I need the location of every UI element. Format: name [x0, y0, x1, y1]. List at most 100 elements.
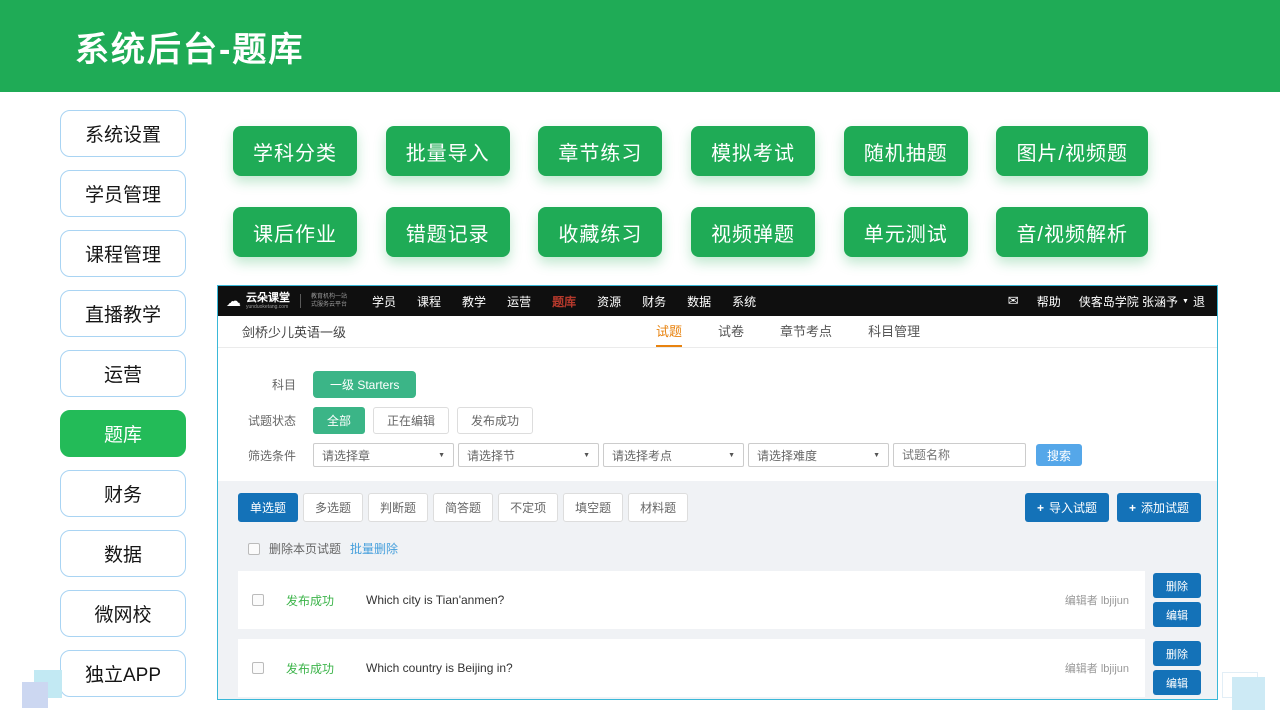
editor-label: 编辑者 lbjijun	[1065, 660, 1129, 676]
chevron-down-icon: ▼	[583, 452, 590, 459]
editor-label: 编辑者 lbjijun	[1065, 592, 1129, 608]
feature-wrong-question-record[interactable]: 错题记录	[386, 207, 510, 257]
add-question-label: 添加试题	[1141, 499, 1189, 516]
sidebar-item-operations[interactable]: 运营	[60, 350, 186, 397]
question-text: Which country is Beijing in?	[366, 661, 513, 675]
feature-subject-category[interactable]: 学科分类	[233, 126, 357, 176]
feature-batch-import[interactable]: 批量导入	[386, 126, 510, 176]
tab-questions[interactable]: 试题	[656, 316, 682, 347]
page-header: 系统后台-题库	[0, 0, 1280, 92]
logo-slogan: 教育机构一站 式服务云平台	[311, 293, 347, 310]
question-type-bar: 单选题 多选题 判断题 简答题 不定项 填空题 材料题 + 导入试题 + 添加试…	[238, 493, 1201, 522]
plus-icon: +	[1037, 501, 1044, 515]
nav-finance[interactable]: 财务	[642, 293, 666, 310]
row-checkbox[interactable]	[252, 594, 264, 606]
typebar-actions: + 导入试题 + 添加试题	[1025, 493, 1201, 522]
logo-divider	[300, 294, 301, 308]
feature-favorite-practice[interactable]: 收藏练习	[538, 207, 662, 257]
sidebar-item-course-management[interactable]: 课程管理	[60, 230, 186, 277]
logout-link[interactable]: 退	[1193, 293, 1205, 310]
nav-operations[interactable]: 运营	[507, 293, 531, 310]
question-card: 发布成功 Which city is Tian'anmen? 编辑者 lbjij…	[238, 571, 1145, 629]
feature-random-questions[interactable]: 随机抽题	[844, 126, 968, 176]
chapter-select[interactable]: 请选择章 ▼	[313, 443, 454, 467]
difficulty-select[interactable]: 请选择难度 ▼	[748, 443, 889, 467]
status-editing-button[interactable]: 正在编辑	[373, 407, 449, 434]
status-all-button[interactable]: 全部	[313, 407, 365, 434]
delete-button[interactable]: 删除	[1153, 573, 1201, 598]
nav-resources[interactable]: 资源	[597, 293, 621, 310]
sidebar-item-data[interactable]: 数据	[60, 530, 186, 577]
edit-button[interactable]: 编辑	[1153, 670, 1201, 695]
nav-students[interactable]: 学员	[372, 293, 396, 310]
sidebar-item-standalone-app[interactable]: 独立APP	[60, 650, 186, 697]
row-actions: 删除 编辑	[1153, 639, 1201, 697]
feature-row-2: 课后作业 错题记录 收藏练习 视频弹题 单元测试 音/视频解析	[233, 207, 1148, 257]
logo-slogan-line1: 教育机构一站	[311, 293, 347, 301]
select-all-checkbox[interactable]	[248, 543, 260, 555]
search-button[interactable]: 搜索	[1036, 444, 1082, 466]
batch-delete-link[interactable]: 批量删除	[350, 540, 398, 557]
nav-courses[interactable]: 课程	[417, 293, 441, 310]
exam-point-select[interactable]: 请选择考点 ▼	[603, 443, 744, 467]
sidebar-item-question-bank[interactable]: 题库	[60, 410, 186, 457]
condition-label: 筛选条件	[218, 447, 296, 464]
sidebar-item-live-teaching[interactable]: 直播教学	[60, 290, 186, 337]
feature-image-video-questions[interactable]: 图片/视频题	[996, 126, 1148, 176]
section-select[interactable]: 请选择节 ▼	[458, 443, 599, 467]
chevron-down-icon: ▼	[873, 452, 880, 459]
sidebar-item-finance[interactable]: 财务	[60, 470, 186, 517]
account-menu[interactable]: 侠客岛学院 张涵予 ▼ 退	[1079, 293, 1205, 310]
nav-data[interactable]: 数据	[687, 293, 711, 310]
admin-subnav: 剑桥少儿英语一级 试题 试卷 章节考点 科目管理	[218, 316, 1217, 348]
nav-question-bank[interactable]: 题库	[552, 293, 576, 310]
row-checkbox[interactable]	[252, 662, 264, 674]
nav-teaching[interactable]: 教学	[462, 293, 486, 310]
sidebar-item-system-settings[interactable]: 系统设置	[60, 110, 186, 157]
type-fill-blank[interactable]: 填空题	[563, 493, 623, 522]
sidebar-item-student-management[interactable]: 学员管理	[60, 170, 186, 217]
feature-chapter-practice[interactable]: 章节练习	[538, 126, 662, 176]
add-question-button[interactable]: + 添加试题	[1117, 493, 1201, 522]
feature-audio-video-analysis[interactable]: 音/视频解析	[996, 207, 1148, 257]
bulk-delete-row: 删除本页试题 批量删除	[248, 540, 1201, 557]
filter-row-subject: 科目 一级 Starters	[218, 371, 1217, 398]
filter-section: 科目 一级 Starters 试题状态 全部 正在编辑 发布成功 筛选条件 请选…	[218, 348, 1217, 481]
decoration-square	[1232, 677, 1265, 710]
question-text: Which city is Tian'anmen?	[366, 593, 504, 607]
admin-topbar: ☁ 云朵课堂 yunduoketang.com 教育机构一站 式服务云平台 学员…	[218, 286, 1217, 316]
type-true-false[interactable]: 判断题	[368, 493, 428, 522]
type-multiple-choice[interactable]: 多选题	[303, 493, 363, 522]
admin-top-nav: 学员 课程 教学 运营 题库 资源 财务 数据 系统	[372, 293, 756, 310]
delete-button[interactable]: 删除	[1153, 641, 1201, 666]
edit-button[interactable]: 编辑	[1153, 602, 1201, 627]
feature-buttons: 学科分类 批量导入 章节练习 模拟考试 随机抽题 图片/视频题 课后作业 错题记…	[233, 126, 1148, 288]
type-single-choice[interactable]: 单选题	[238, 493, 298, 522]
feature-unit-test[interactable]: 单元测试	[844, 207, 968, 257]
help-link[interactable]: 帮助	[1037, 293, 1061, 310]
type-indeterminate[interactable]: 不定项	[498, 493, 558, 522]
subject-value-tag[interactable]: 一级 Starters	[313, 371, 416, 398]
feature-video-popup-questions[interactable]: 视频弹题	[691, 207, 815, 257]
type-material[interactable]: 材料题	[628, 493, 688, 522]
tab-subject-management[interactable]: 科目管理	[868, 316, 920, 347]
chevron-down-icon: ▼	[1182, 298, 1189, 305]
question-name-input[interactable]	[893, 443, 1026, 467]
tab-chapter-points[interactable]: 章节考点	[780, 316, 832, 347]
nav-system[interactable]: 系统	[732, 293, 756, 310]
question-list-section: 单选题 多选题 判断题 简答题 不定项 填空题 材料题 + 导入试题 + 添加试…	[218, 481, 1217, 700]
feature-mock-exam[interactable]: 模拟考试	[691, 126, 815, 176]
status-published-button[interactable]: 发布成功	[457, 407, 533, 434]
sidebar-item-micro-school[interactable]: 微网校	[60, 590, 186, 637]
status-label: 试题状态	[218, 412, 296, 429]
cloud-logo-icon: ☁	[226, 294, 241, 309]
mail-icon[interactable]: ✉	[1008, 293, 1019, 309]
page-title: 系统后台-题库	[75, 22, 304, 71]
import-questions-button[interactable]: + 导入试题	[1025, 493, 1109, 522]
tab-papers[interactable]: 试卷	[718, 316, 744, 347]
chevron-down-icon: ▼	[728, 452, 735, 459]
exam-point-select-value: 请选择考点	[612, 447, 672, 464]
logo-text-block: 云朵课堂 yunduoketang.com	[246, 292, 290, 310]
type-short-answer[interactable]: 简答题	[433, 493, 493, 522]
feature-homework[interactable]: 课后作业	[233, 207, 357, 257]
